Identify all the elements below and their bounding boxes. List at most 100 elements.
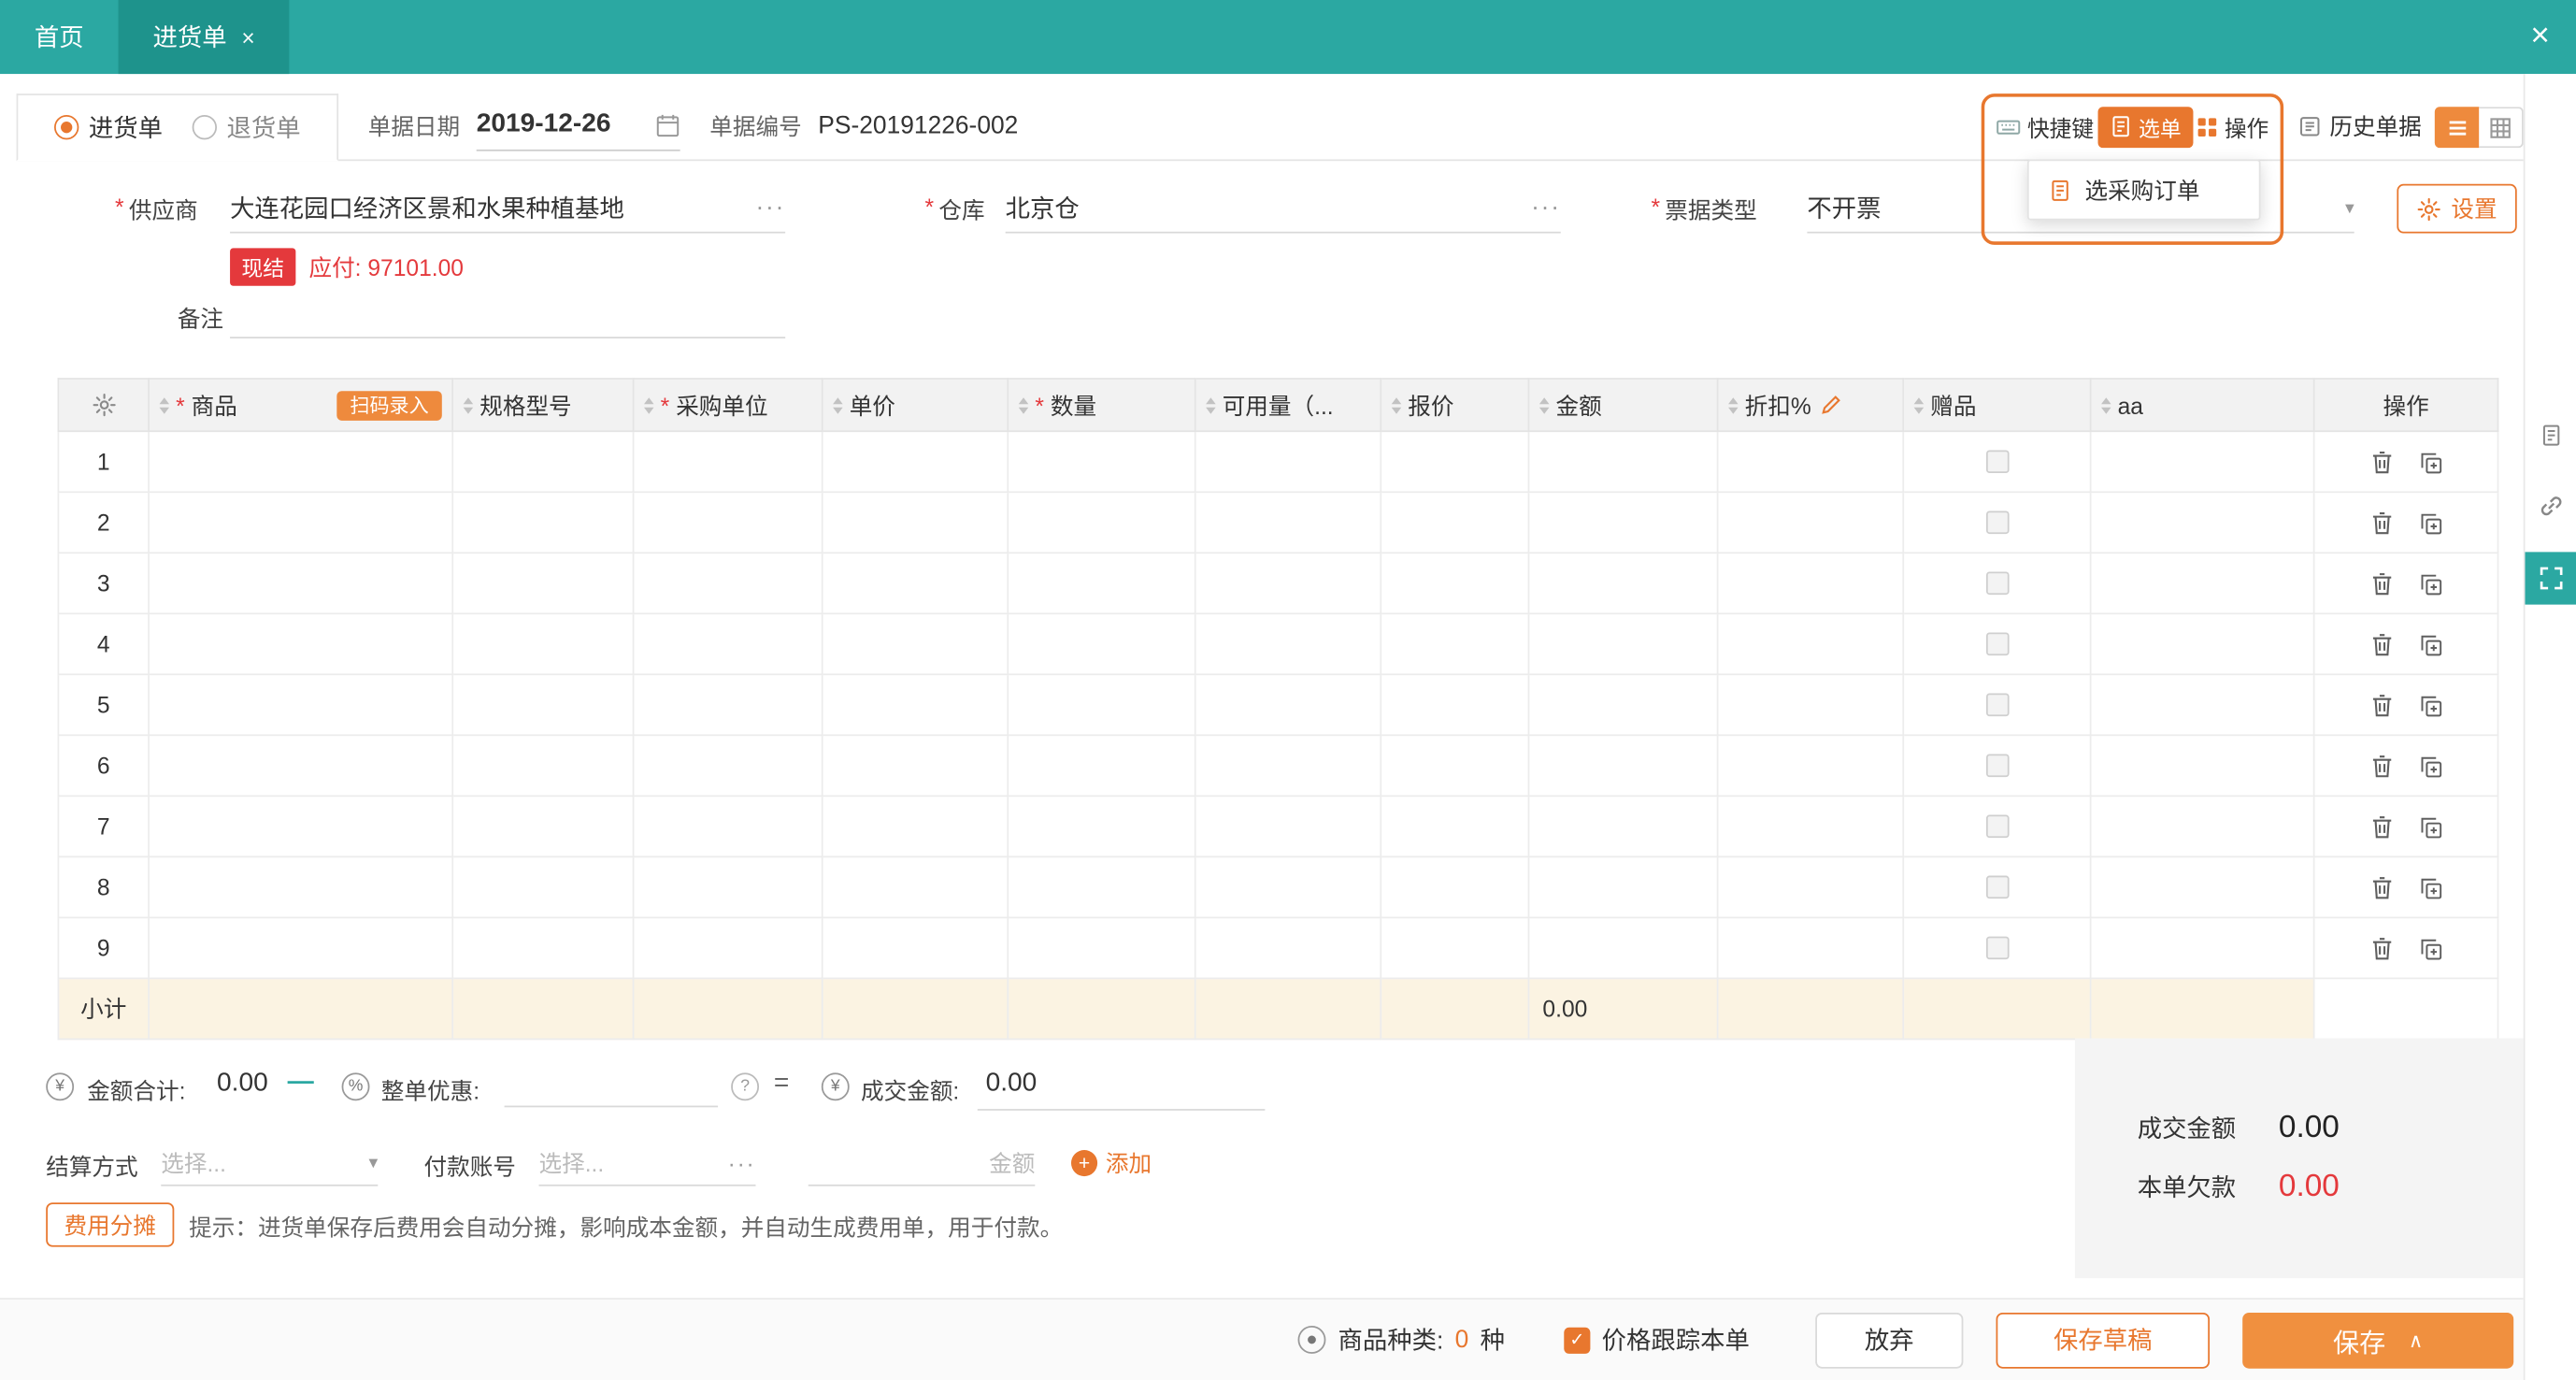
cell-aa[interactable] xyxy=(2089,855,2315,919)
cell-quote[interactable] xyxy=(1380,612,1530,676)
column-header-price[interactable]: 单价 xyxy=(821,378,1009,433)
cell-aa[interactable] xyxy=(2089,916,2315,980)
tab-home[interactable]: 首页 xyxy=(0,0,119,74)
cell-unit[interactable] xyxy=(632,552,823,615)
cell-unit[interactable] xyxy=(632,795,823,858)
column-header-goods[interactable]: * 商品 扫码录入 xyxy=(148,378,454,433)
doc-date-input[interactable]: 2019-12-26 xyxy=(476,101,680,151)
cell-quote[interactable] xyxy=(1380,491,1530,554)
cell-amount[interactable] xyxy=(1527,612,1719,676)
copy-row-icon[interactable] xyxy=(2419,695,2442,718)
order-discount-input[interactable] xyxy=(504,1063,719,1108)
gift-checkbox[interactable] xyxy=(1985,632,2009,656)
cell-price[interactable] xyxy=(821,916,1009,980)
cell-avail[interactable] xyxy=(1194,916,1382,980)
cell-aa[interactable] xyxy=(2089,795,2315,858)
abandon-button[interactable]: 放弃 xyxy=(1815,1312,1964,1368)
cell-amount[interactable] xyxy=(1527,855,1719,919)
sort-icon[interactable] xyxy=(643,396,654,413)
cell-goods[interactable] xyxy=(148,491,454,554)
cell-avail[interactable] xyxy=(1194,552,1382,615)
delete-row-icon[interactable] xyxy=(2369,694,2393,718)
cell-quote[interactable] xyxy=(1380,795,1530,858)
cell-amount[interactable] xyxy=(1527,916,1719,980)
settle-method-select[interactable]: 选择... ▾ xyxy=(161,1140,379,1186)
gift-checkbox[interactable] xyxy=(1985,571,2009,596)
cell-qty[interactable] xyxy=(1007,612,1196,676)
calendar-icon[interactable] xyxy=(655,112,680,137)
add-payment-button[interactable]: + 添加 xyxy=(1070,1146,1152,1179)
cell-qty[interactable] xyxy=(1007,795,1196,858)
radio-return-order[interactable]: 退货单 xyxy=(192,110,301,145)
ellipsis-icon[interactable]: ··· xyxy=(728,1149,756,1175)
cell-amount[interactable] xyxy=(1527,491,1719,554)
settings-button[interactable]: 设置 xyxy=(2397,183,2517,234)
gift-checkbox[interactable] xyxy=(1985,450,2009,474)
column-header-amount[interactable]: 金额 xyxy=(1527,378,1719,433)
cell-qty[interactable] xyxy=(1007,552,1196,615)
cell-unit[interactable] xyxy=(632,430,823,494)
supplier-field[interactable]: 大连花园口经济区景和水果种植基地 ··· xyxy=(230,184,786,234)
cell-spec[interactable] xyxy=(451,552,635,615)
sort-icon[interactable] xyxy=(1391,396,1402,413)
cell-discount[interactable] xyxy=(1716,491,1905,554)
column-header-unit[interactable]: * 采购单位 xyxy=(632,378,823,433)
delete-row-icon[interactable] xyxy=(2369,937,2393,961)
pay-account-select[interactable]: 选择... ··· xyxy=(538,1140,756,1186)
cell-discount[interactable] xyxy=(1716,612,1905,676)
copy-row-icon[interactable] xyxy=(2419,452,2442,475)
cell-discount[interactable] xyxy=(1716,430,1905,494)
sort-icon[interactable] xyxy=(1018,396,1029,413)
delete-row-icon[interactable] xyxy=(2369,633,2393,657)
operations-button[interactable]: 操作 xyxy=(2197,110,2268,143)
cell-qty[interactable] xyxy=(1007,855,1196,919)
column-header-spec[interactable]: 规格型号 xyxy=(451,378,635,433)
save-button[interactable]: 保存 ∧ xyxy=(2242,1312,2514,1368)
cell-aa[interactable] xyxy=(2089,430,2315,494)
tab-close-icon[interactable]: × xyxy=(241,23,254,50)
cell-qty[interactable] xyxy=(1007,491,1196,554)
cell-spec[interactable] xyxy=(451,795,635,858)
cell-quote[interactable] xyxy=(1380,430,1530,494)
cell-price[interactable] xyxy=(821,491,1009,554)
sort-icon[interactable] xyxy=(1206,396,1216,413)
cell-qty[interactable] xyxy=(1007,673,1196,737)
cell-unit[interactable] xyxy=(632,673,823,737)
cell-unit[interactable] xyxy=(632,612,823,676)
edit-column-icon[interactable] xyxy=(1821,395,1842,416)
sort-icon[interactable] xyxy=(1913,396,1925,413)
cell-aa[interactable] xyxy=(2089,673,2315,737)
column-header-aa[interactable]: aa xyxy=(2089,378,2315,433)
cell-amount[interactable] xyxy=(1527,552,1719,615)
cell-price[interactable] xyxy=(821,795,1009,858)
cell-avail[interactable] xyxy=(1194,734,1382,798)
copy-row-icon[interactable] xyxy=(2419,816,2442,840)
gift-checkbox[interactable] xyxy=(1985,936,2009,960)
delete-row-icon[interactable] xyxy=(2369,876,2393,900)
check-icon[interactable]: ✓ xyxy=(1564,1326,1591,1354)
cell-goods[interactable] xyxy=(148,612,454,676)
cell-unit[interactable] xyxy=(632,491,823,554)
cell-spec[interactable] xyxy=(451,673,635,737)
cell-spec[interactable] xyxy=(451,612,635,676)
cell-avail[interactable] xyxy=(1194,612,1382,676)
ellipsis-icon[interactable]: ··· xyxy=(1531,194,1561,222)
cell-goods[interactable] xyxy=(148,916,454,980)
sort-icon[interactable] xyxy=(463,396,474,413)
cell-discount[interactable] xyxy=(1716,552,1905,615)
cell-spec[interactable] xyxy=(451,430,635,494)
cell-price[interactable] xyxy=(821,734,1009,798)
gift-checkbox[interactable] xyxy=(1985,814,2009,839)
close-icon[interactable]: × xyxy=(2521,0,2560,74)
sort-icon[interactable] xyxy=(2101,396,2111,413)
cell-quote[interactable] xyxy=(1380,673,1530,737)
radio-purchase-order[interactable]: 进货单 xyxy=(53,110,163,145)
copy-row-icon[interactable] xyxy=(2419,573,2442,597)
cell-spec[interactable] xyxy=(451,916,635,980)
form-panel-button[interactable] xyxy=(2526,410,2575,460)
pay-amount-input[interactable]: 金额 xyxy=(808,1140,1036,1186)
cell-discount[interactable] xyxy=(1716,673,1905,737)
cell-quote[interactable] xyxy=(1380,916,1530,980)
gift-checkbox[interactable] xyxy=(1985,875,2009,899)
cell-discount[interactable] xyxy=(1716,855,1905,919)
